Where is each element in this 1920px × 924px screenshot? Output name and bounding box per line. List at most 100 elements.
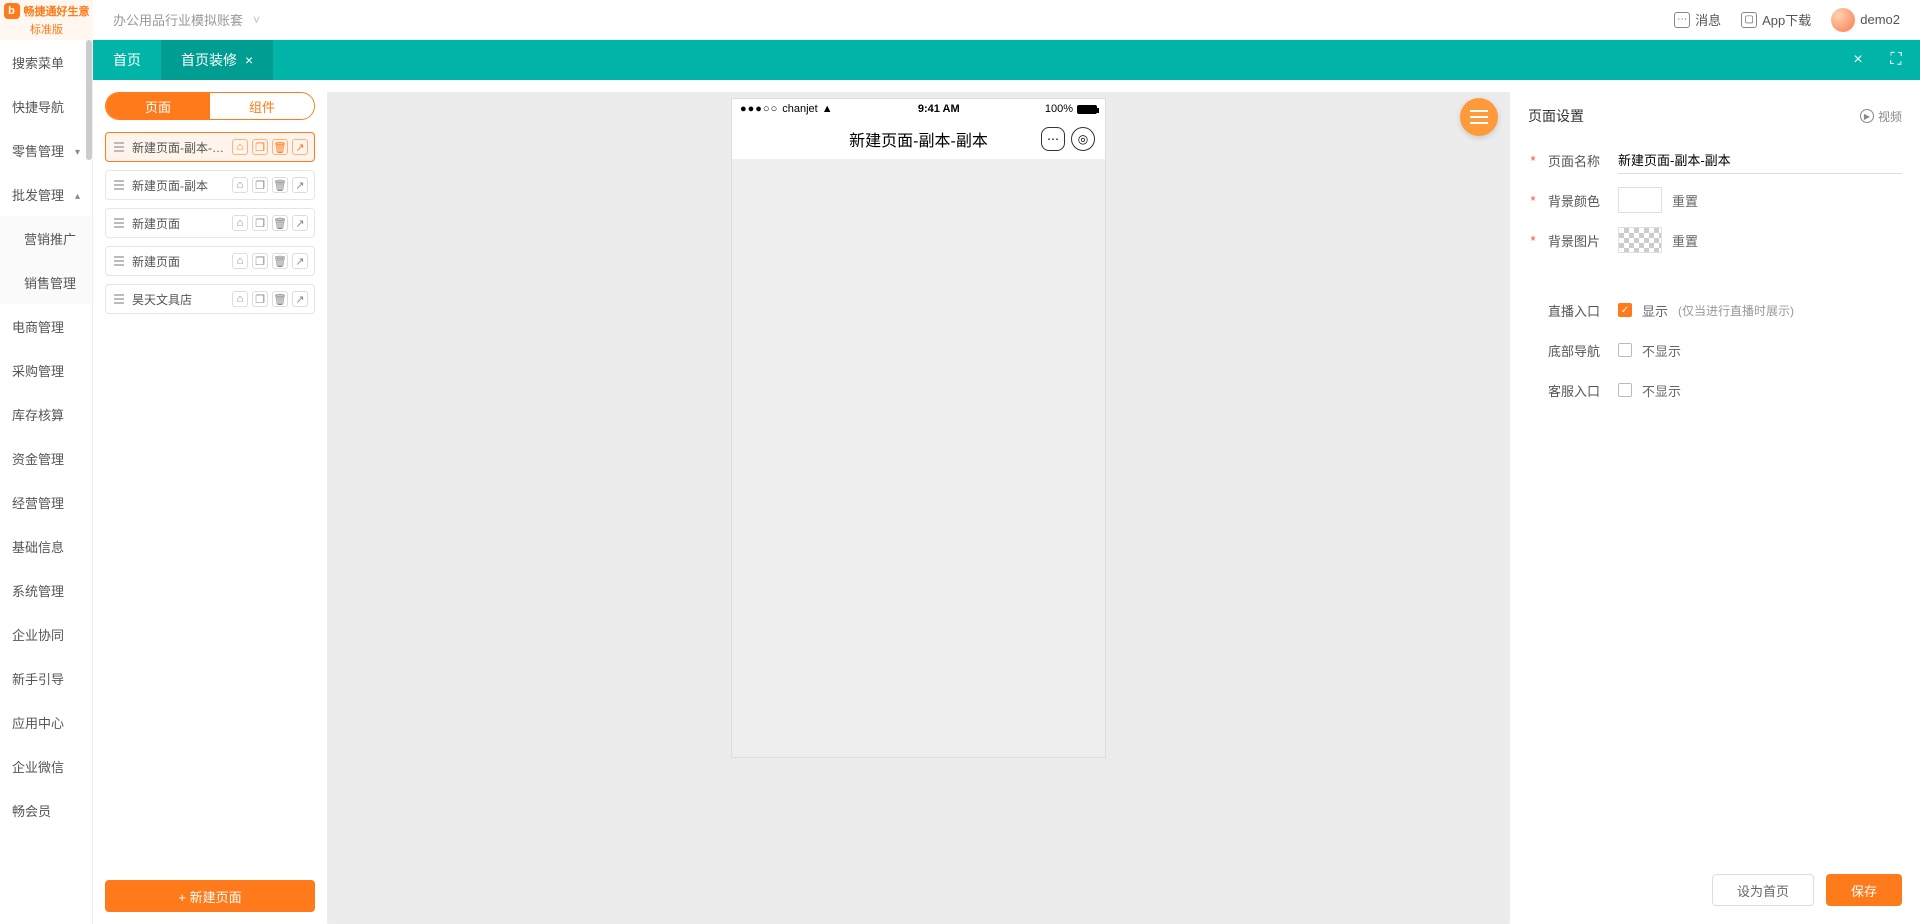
more-icon[interactable]: ⋯	[1041, 127, 1065, 151]
wifi-icon: ▲	[822, 103, 833, 115]
edition-label: 标准版	[30, 21, 63, 37]
app-download-button[interactable]: ▢ App下载	[1741, 10, 1811, 29]
delete-icon[interactable]: 🗑	[272, 215, 288, 231]
share-icon[interactable]: ↗	[292, 253, 308, 269]
nav-item[interactable]: 采购管理	[0, 348, 92, 392]
service-checkbox[interactable]	[1618, 383, 1632, 397]
delete-icon[interactable]: 🗑	[272, 139, 288, 155]
page-name-input[interactable]	[1618, 146, 1902, 174]
home-icon[interactable]: ⌂	[232, 139, 248, 155]
subtab-component[interactable]: 组件	[210, 93, 314, 119]
logo[interactable]: b 畅捷通好生意 标准版	[0, 0, 93, 40]
bg-image-swatch[interactable]	[1618, 227, 1662, 253]
nav-item[interactable]: 企业协同	[0, 612, 92, 656]
copy-icon[interactable]: ❐	[252, 139, 268, 155]
save-button[interactable]: 保存	[1826, 874, 1902, 906]
target-icon[interactable]: ◎	[1071, 127, 1095, 151]
delete-icon[interactable]: 🗑	[272, 177, 288, 193]
nav-item-label: 企业协同	[12, 625, 64, 644]
field-bg-image: * 背景图片 重置	[1528, 220, 1902, 260]
tab-home[interactable]: 首页	[93, 40, 161, 80]
reset-bg-color[interactable]: 重置	[1672, 191, 1698, 210]
nav-item[interactable]: 批发管理	[0, 172, 92, 216]
close-icon[interactable]: ×	[245, 52, 253, 68]
home-icon[interactable]: ⌂	[232, 253, 248, 269]
new-page-button[interactable]: + 新建页面	[105, 880, 315, 912]
bottom-nav-checkbox[interactable]	[1618, 343, 1632, 357]
tabs-bar: 首页 首页装修 × × ⛶	[93, 40, 1920, 80]
menu-fab[interactable]	[1460, 98, 1498, 136]
subtab-page[interactable]: 页面	[106, 93, 210, 119]
page-list-item[interactable]: 新建页面 ⌂❐🗑↗	[105, 246, 315, 276]
canvas: ●●●○○ chanjet ▲ 9:41 AM 100% 新建页面-副本	[327, 92, 1510, 924]
copy-icon[interactable]: ❐	[252, 291, 268, 307]
delete-icon[interactable]: 🗑	[272, 253, 288, 269]
page-list-item[interactable]: 昊天文具店⌂❐🗑↗	[105, 284, 315, 314]
nav-item[interactable]: 畅会员	[0, 788, 92, 832]
home-icon[interactable]: ⌂	[232, 291, 248, 307]
account-book-name: 办公用品行业模拟账套	[113, 10, 243, 29]
reset-bg-image[interactable]: 重置	[1672, 231, 1698, 250]
drag-handle-icon[interactable]	[112, 256, 126, 266]
phone-time: 9:41 AM	[833, 103, 1045, 115]
home-icon[interactable]: ⌂	[232, 215, 248, 231]
drag-handle-icon[interactable]	[112, 180, 126, 190]
nav-item[interactable]: 电商管理	[0, 304, 92, 348]
nav-item[interactable]: 快捷导航	[0, 84, 92, 128]
nav-item[interactable]: 搜索菜单	[0, 40, 92, 84]
page-item-name: 新建页面	[132, 253, 226, 270]
share-icon[interactable]: ↗	[292, 139, 308, 155]
close-all-button[interactable]: ×	[1844, 46, 1872, 74]
nav-item-label: 新手引导	[12, 669, 64, 688]
live-show-checkbox[interactable]: ✓	[1618, 303, 1632, 317]
field-live-entry: * 直播入口 ✓ 显示 (仅当进行直播时展示)	[1528, 290, 1902, 330]
copy-icon[interactable]: ❐	[252, 253, 268, 269]
set-home-button[interactable]: 设为首页	[1712, 874, 1814, 906]
nav-item[interactable]: 系统管理	[0, 568, 92, 612]
home-icon[interactable]: ⌂	[232, 177, 248, 193]
fullscreen-icon[interactable]: ⛶	[1882, 46, 1910, 74]
page-list-item[interactable]: 新建页面-副本⌂❐🗑↗	[105, 170, 315, 200]
drag-handle-icon[interactable]	[112, 142, 126, 152]
signal-icon: ●●●○○	[740, 103, 778, 115]
nav-item-label: 搜索菜单	[12, 53, 64, 72]
nav-item[interactable]: 资金管理	[0, 436, 92, 480]
nav-item[interactable]: 销售管理	[0, 260, 92, 304]
play-icon: ▶	[1860, 109, 1874, 123]
nav-item-label: 资金管理	[12, 449, 64, 468]
left-nav: 搜索菜单快捷导航零售管理批发管理营销推广销售管理电商管理采购管理库存核算资金管理…	[0, 40, 93, 924]
account-book-selector[interactable]: 办公用品行业模拟账套 ˅	[93, 10, 280, 29]
nav-item[interactable]: 经营管理	[0, 480, 92, 524]
delete-icon[interactable]: 🗑	[272, 291, 288, 307]
phone-body[interactable]	[732, 159, 1105, 757]
share-icon[interactable]: ↗	[292, 177, 308, 193]
messages-button[interactable]: ⋯ 消息	[1674, 10, 1721, 29]
field-bottom-nav: * 底部导航 不显示	[1528, 330, 1902, 370]
nav-item[interactable]: 新手引导	[0, 656, 92, 700]
phone-icon: ▢	[1741, 12, 1757, 28]
nav-item[interactable]: 基础信息	[0, 524, 92, 568]
nav-item[interactable]: 营销推广	[0, 216, 92, 260]
logo-mark-icon: b	[4, 3, 20, 19]
page-list-item[interactable]: 新建页面-副本-副本⌂❐🗑↗	[105, 132, 315, 162]
nav-item[interactable]: 零售管理	[0, 128, 92, 172]
nav-item[interactable]: 企业微信	[0, 744, 92, 788]
bg-color-swatch[interactable]	[1618, 187, 1662, 213]
header-actions: ⋯ 消息 ▢ App下载 demo2	[1674, 8, 1920, 32]
video-help-link[interactable]: ▶ 视频	[1860, 108, 1902, 125]
user-menu[interactable]: demo2	[1831, 8, 1900, 32]
tab-decorate[interactable]: 首页装修 ×	[161, 40, 273, 80]
copy-icon[interactable]: ❐	[252, 177, 268, 193]
scrollbar[interactable]	[86, 40, 92, 160]
nav-item[interactable]: 应用中心	[0, 700, 92, 744]
share-icon[interactable]: ↗	[292, 215, 308, 231]
share-icon[interactable]: ↗	[292, 291, 308, 307]
top-header: b 畅捷通好生意 标准版 办公用品行业模拟账套 ˅ ⋯ 消息 ▢ App下载 d…	[0, 0, 1920, 40]
content-area: 首页 首页装修 × × ⛶ 页面 组件	[93, 40, 1920, 924]
field-page-name: * 页面名称	[1528, 140, 1902, 180]
nav-item[interactable]: 库存核算	[0, 392, 92, 436]
page-list-item[interactable]: 新建页面⌂❐🗑↗	[105, 208, 315, 238]
drag-handle-icon[interactable]	[112, 294, 126, 304]
drag-handle-icon[interactable]	[112, 218, 126, 228]
copy-icon[interactable]: ❐	[252, 215, 268, 231]
